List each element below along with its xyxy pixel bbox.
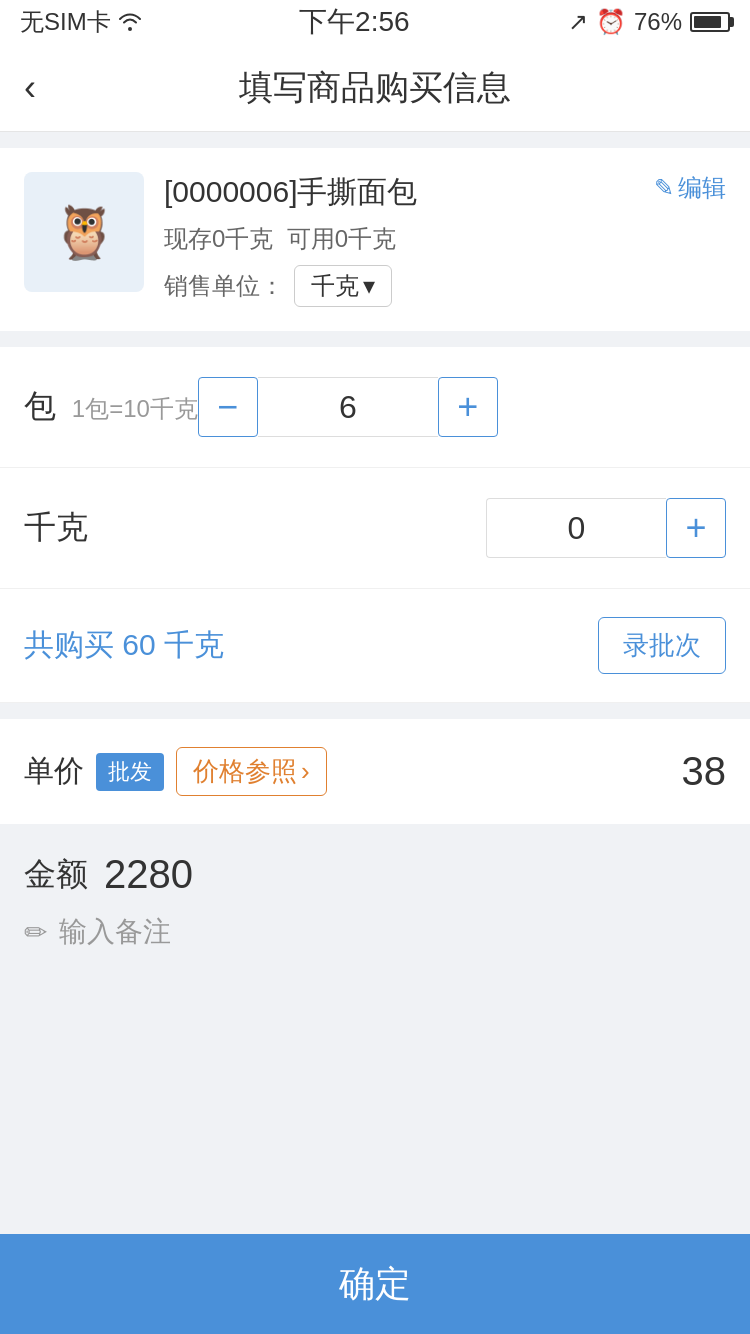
product-unit-row: 销售单位： 千克 ▾	[164, 265, 726, 307]
total-amount: 60	[122, 628, 164, 661]
confirm-button[interactable]: 确定	[0, 1234, 750, 1334]
note-placeholder: 输入备注	[59, 913, 171, 951]
batch-button[interactable]: 录批次	[598, 617, 726, 674]
total-row: 共购买 60 千克 录批次	[0, 589, 750, 703]
edit-icon: ✎	[654, 174, 674, 202]
empty-area	[0, 971, 750, 1271]
total-text: 共购买 60 千克	[24, 625, 224, 666]
status-bar: 无SIM卡 下午2:56 ↗ ⏰ 76%	[0, 0, 750, 44]
bao-increase-button[interactable]: +	[438, 377, 498, 437]
bao-label: 包	[24, 388, 56, 424]
price-left: 单价 批发 价格参照 ›	[24, 747, 327, 796]
product-image: 🦉	[24, 172, 144, 292]
page-title: 填写商品购买信息	[239, 65, 511, 111]
price-row: 单价 批发 价格参照 › 38	[24, 747, 726, 796]
kg-row: 千克 +	[0, 468, 750, 589]
price-ref-icon: ›	[301, 756, 310, 787]
section-divider	[0, 703, 750, 719]
nav-bar: ‹ 填写商品购买信息	[0, 44, 750, 132]
edit-label: 编辑	[678, 172, 726, 204]
amount-label: 金额	[24, 853, 88, 897]
carrier-text: 无SIM卡	[20, 6, 111, 38]
kg-controls: +	[486, 498, 726, 558]
wifi-icon	[119, 13, 141, 31]
status-left: 无SIM卡	[20, 6, 141, 38]
bao-controls: − +	[198, 377, 498, 437]
kg-input[interactable]	[486, 498, 666, 558]
price-tag: 批发	[96, 753, 164, 791]
location-icon: ↗	[568, 8, 588, 36]
bao-input[interactable]	[258, 377, 438, 437]
price-section: 单价 批发 价格参照 › 38	[0, 719, 750, 824]
bao-row: 包 1包=10千克 − +	[0, 347, 750, 468]
time-display: 下午2:56	[299, 3, 410, 41]
product-owl-icon: 🦉	[52, 202, 117, 263]
amount-value: 2280	[104, 852, 193, 897]
amount-section: 金额 2280 ✏ 输入备注	[0, 824, 750, 971]
edit-button[interactable]: ✎ 编辑	[654, 172, 726, 204]
price-value: 38	[682, 749, 727, 794]
kg-label: 千克	[24, 506, 486, 550]
unit-label: 销售单位：	[164, 270, 284, 302]
quantity-section: 包 1包=10千克 − + 千克 + 共购买 60 千克 录批	[0, 347, 750, 703]
bao-label-group: 包 1包=10千克	[24, 385, 198, 429]
amount-row: 金额 2280	[24, 852, 726, 897]
bao-sublabel: 1包=10千克	[72, 395, 198, 422]
unit-value: 千克	[311, 270, 359, 302]
alarm-icon: ⏰	[596, 8, 626, 36]
product-stock: 现存0千克 可用0千克	[164, 223, 726, 255]
product-card: 🦉 [0000006]手撕面包 现存0千克 可用0千克 销售单位： 千克 ▾ ✎…	[0, 148, 750, 331]
price-ref-button[interactable]: 价格参照 ›	[176, 747, 327, 796]
price-label: 单价	[24, 751, 84, 792]
price-ref-label: 价格参照	[193, 754, 297, 789]
unit-dropdown-icon: ▾	[363, 272, 375, 300]
bao-decrease-button[interactable]: −	[198, 377, 258, 437]
battery-percent: 76%	[634, 8, 682, 36]
status-right: ↗ ⏰ 76%	[568, 8, 730, 36]
note-row[interactable]: ✏ 输入备注	[24, 913, 726, 951]
note-icon: ✏	[24, 916, 47, 949]
kg-increase-button[interactable]: +	[666, 498, 726, 558]
battery-icon	[690, 12, 730, 32]
unit-select[interactable]: 千克 ▾	[294, 265, 392, 307]
back-button[interactable]: ‹	[24, 67, 36, 109]
product-name: [0000006]手撕面包	[164, 172, 726, 213]
product-info: [0000006]手撕面包 现存0千克 可用0千克 销售单位： 千克 ▾	[164, 172, 726, 307]
